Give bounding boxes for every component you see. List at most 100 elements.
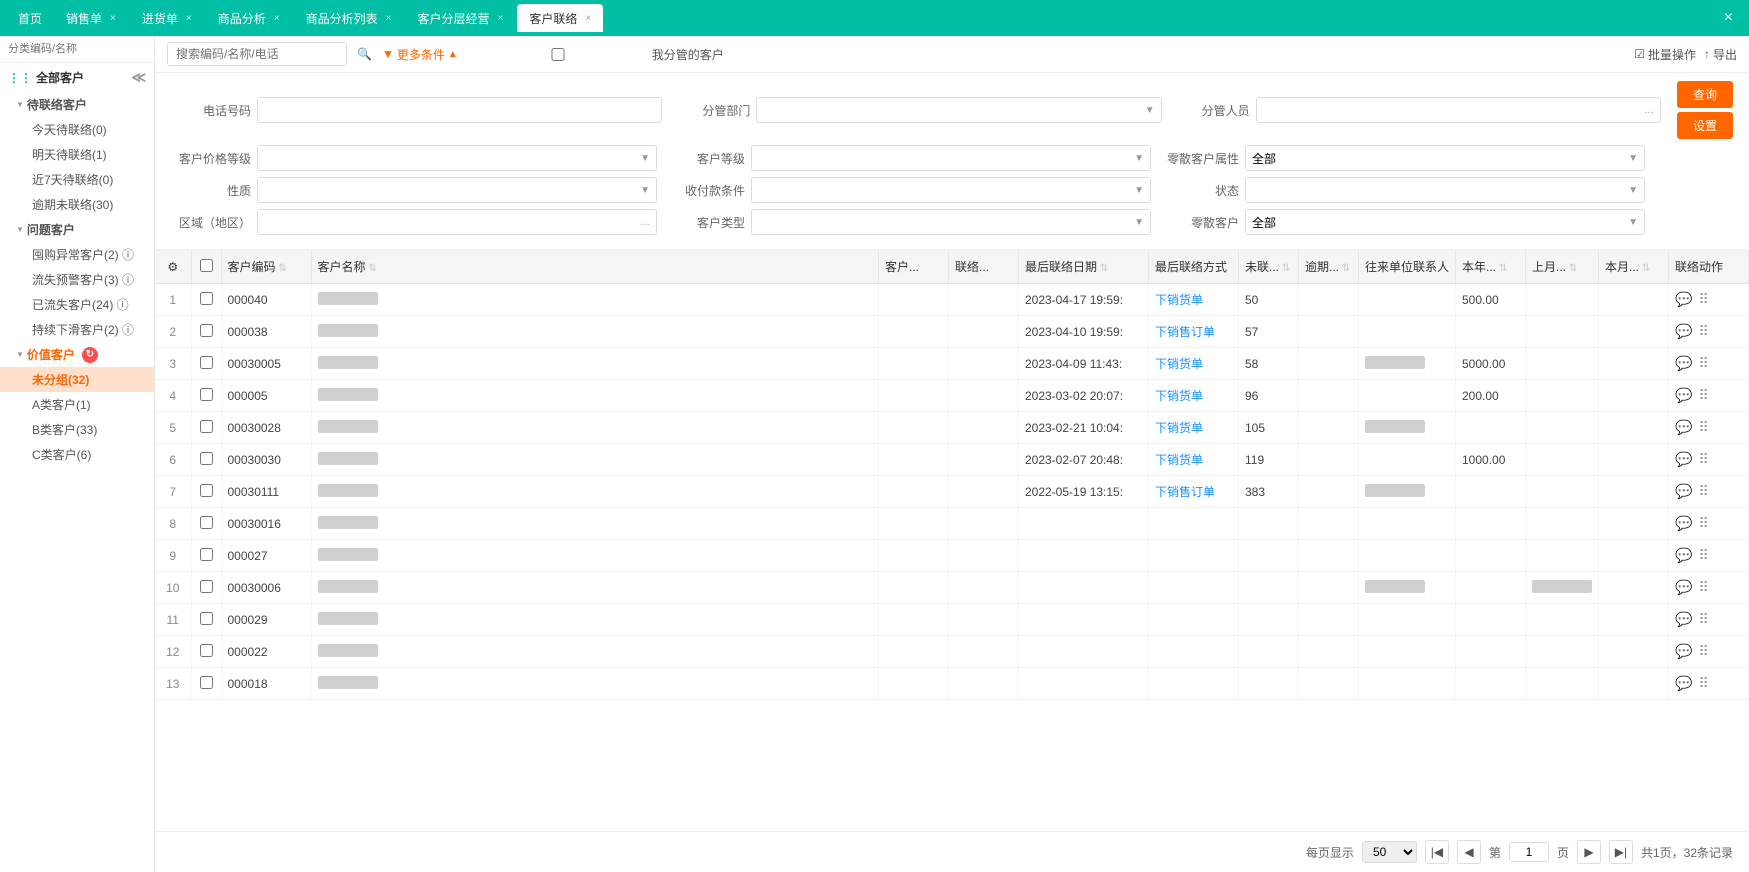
search-icon[interactable]: 🔍 bbox=[357, 47, 372, 61]
select-all-checkbox[interactable] bbox=[200, 259, 213, 272]
export-button[interactable]: ↑ 导出 bbox=[1704, 46, 1737, 63]
more-icon[interactable]: ⠿ bbox=[1698, 547, 1708, 564]
tab-customer-contact[interactable]: 客户联络 × bbox=[517, 4, 603, 32]
last-way-link[interactable]: 下销货单 bbox=[1155, 357, 1203, 371]
row-checkbox-cell[interactable] bbox=[191, 284, 221, 316]
chat-icon[interactable]: 💬 bbox=[1675, 291, 1692, 308]
row-checkbox-cell[interactable] bbox=[191, 508, 221, 540]
sidebar-item-c-class[interactable]: C类客户(6) bbox=[0, 442, 154, 467]
sidebar-item-week[interactable]: 近7天待联络(0) bbox=[0, 167, 154, 192]
sidebar-item-silent[interactable]: 持续下滑客户(2) ⓘ bbox=[0, 317, 154, 342]
row-checkbox-cell[interactable] bbox=[191, 668, 221, 700]
row-checkbox[interactable] bbox=[200, 420, 213, 433]
more-icon[interactable]: ⠿ bbox=[1698, 419, 1708, 436]
next-page-button[interactable]: ▶ bbox=[1577, 840, 1601, 864]
more-icon[interactable]: ⠿ bbox=[1698, 643, 1708, 660]
tab-purchase[interactable]: 进货单 × bbox=[130, 4, 204, 32]
last-way-link[interactable]: 下销货单 bbox=[1155, 453, 1203, 467]
retail-select[interactable]: 全部▼ bbox=[1245, 209, 1645, 235]
close-analysis-list-icon[interactable]: × bbox=[386, 13, 392, 24]
th-cur-month[interactable]: 本月... bbox=[1599, 250, 1669, 284]
retail-attr-select[interactable]: 全部▼ bbox=[1245, 145, 1645, 171]
close-segment-icon[interactable]: × bbox=[497, 13, 503, 24]
more-icon[interactable]: ⠿ bbox=[1698, 483, 1708, 500]
sidebar-item-abnormal[interactable]: 囤购异常客户(2) ⓘ bbox=[0, 242, 154, 267]
my-customers-checkbox[interactable] bbox=[468, 48, 648, 61]
chat-icon[interactable]: 💬 bbox=[1675, 451, 1692, 468]
more-icon[interactable]: ⠿ bbox=[1698, 675, 1708, 692]
sidebar-search-input[interactable] bbox=[8, 43, 150, 55]
last-way-link[interactable]: 下销售订单 bbox=[1155, 325, 1215, 339]
chat-icon[interactable]: 💬 bbox=[1675, 355, 1692, 372]
row-checkbox[interactable] bbox=[200, 612, 213, 625]
th-year[interactable]: 本年... bbox=[1456, 250, 1526, 284]
th-code[interactable]: 客户编码 bbox=[221, 250, 311, 284]
chat-icon[interactable]: 💬 bbox=[1675, 483, 1692, 500]
last-way-link[interactable]: 下销货单 bbox=[1155, 293, 1203, 307]
settings-icon[interactable]: ⚙ bbox=[167, 260, 178, 274]
my-customers-checkbox-label[interactable]: 我分管的客户 bbox=[468, 46, 724, 63]
row-checkbox-cell[interactable] bbox=[191, 444, 221, 476]
more-icon[interactable]: ⠿ bbox=[1698, 611, 1708, 628]
last-way-link[interactable]: 下销货单 bbox=[1155, 389, 1203, 403]
home-tab[interactable]: 首页 bbox=[8, 4, 52, 32]
sidebar-item-churn-risk[interactable]: 流失预警客户(3) ⓘ bbox=[0, 267, 154, 292]
row-checkbox[interactable] bbox=[200, 292, 213, 305]
chat-icon[interactable]: 💬 bbox=[1675, 579, 1692, 596]
close-analysis-icon[interactable]: × bbox=[274, 13, 280, 24]
chat-icon[interactable]: 💬 bbox=[1675, 611, 1692, 628]
collapse-icon[interactable]: ≪ bbox=[131, 69, 146, 86]
region-select[interactable]: … bbox=[257, 209, 657, 235]
dept-select[interactable]: ▼ bbox=[756, 97, 1161, 123]
row-checkbox-cell[interactable] bbox=[191, 604, 221, 636]
more-icon[interactable]: ⠿ bbox=[1698, 515, 1708, 532]
chat-icon[interactable]: 💬 bbox=[1675, 515, 1692, 532]
first-page-button[interactable]: |◀ bbox=[1425, 840, 1449, 864]
more-filter-button[interactable]: ▼ 更多条件 ▲ bbox=[382, 46, 458, 63]
row-checkbox-cell[interactable] bbox=[191, 572, 221, 604]
more-icon[interactable]: ⠿ bbox=[1698, 387, 1708, 404]
more-icon[interactable]: ⠿ bbox=[1698, 355, 1708, 372]
row-checkbox-cell[interactable] bbox=[191, 540, 221, 572]
chat-icon[interactable]: 💬 bbox=[1675, 547, 1692, 564]
tab-analysis-list[interactable]: 商品分析列表 × bbox=[294, 4, 404, 32]
cust-type-select[interactable]: ▼ bbox=[751, 209, 1151, 235]
sidebar-item-today[interactable]: 今天待联络(0) bbox=[0, 117, 154, 142]
nature-select[interactable]: ▼ bbox=[257, 177, 657, 203]
chat-icon[interactable]: 💬 bbox=[1675, 643, 1692, 660]
chat-icon[interactable]: 💬 bbox=[1675, 387, 1692, 404]
page-input[interactable] bbox=[1509, 842, 1549, 862]
search-input[interactable] bbox=[167, 42, 347, 66]
close-all-button[interactable]: × bbox=[1716, 9, 1741, 27]
more-icon[interactable]: ⠿ bbox=[1698, 323, 1708, 340]
sidebar-group-pending[interactable]: ▼ 待联络客户 bbox=[0, 92, 154, 117]
last-way-link[interactable]: 下销货单 bbox=[1155, 421, 1203, 435]
row-checkbox[interactable] bbox=[200, 580, 213, 593]
close-contact-icon[interactable]: × bbox=[585, 13, 591, 24]
sidebar-item-overdue[interactable]: 逾期未联络(30) bbox=[0, 192, 154, 217]
row-checkbox-cell[interactable] bbox=[191, 412, 221, 444]
th-last-date[interactable]: 最后联络日期 bbox=[1018, 250, 1148, 284]
sidebar-item-churned[interactable]: 已流失客户(24) ⓘ bbox=[0, 292, 154, 317]
all-customers-header[interactable]: ⋮⋮ 全部客户 ≪ bbox=[0, 63, 154, 92]
sidebar-item-ungroup[interactable]: 未分组(32) bbox=[0, 367, 154, 392]
last-way-link[interactable]: 下销售订单 bbox=[1155, 485, 1215, 499]
row-checkbox[interactable] bbox=[200, 548, 213, 561]
sidebar-group-value[interactable]: ▼ 价值客户 ↻ bbox=[0, 342, 154, 367]
last-page-button[interactable]: ▶| bbox=[1609, 840, 1633, 864]
payment-select[interactable]: ▼ bbox=[751, 177, 1151, 203]
row-checkbox[interactable] bbox=[200, 324, 213, 337]
more-icon[interactable]: ⠿ bbox=[1698, 451, 1708, 468]
prev-page-button[interactable]: ◀ bbox=[1457, 840, 1481, 864]
tab-sales[interactable]: 销售单 × bbox=[54, 4, 128, 32]
row-checkbox-cell[interactable] bbox=[191, 380, 221, 412]
query-button[interactable]: 查询 bbox=[1677, 81, 1733, 108]
status-select[interactable]: ▼ bbox=[1245, 177, 1645, 203]
more-icon[interactable]: ⠿ bbox=[1698, 579, 1708, 596]
sidebar-item-tomorrow[interactable]: 明天待联络(1) bbox=[0, 142, 154, 167]
sidebar-group-problem[interactable]: ▼ 问题客户 bbox=[0, 217, 154, 242]
row-checkbox[interactable] bbox=[200, 388, 213, 401]
row-checkbox[interactable] bbox=[200, 356, 213, 369]
th-overdue[interactable]: 逾期... bbox=[1298, 250, 1358, 284]
close-purchase-icon[interactable]: × bbox=[186, 13, 192, 24]
